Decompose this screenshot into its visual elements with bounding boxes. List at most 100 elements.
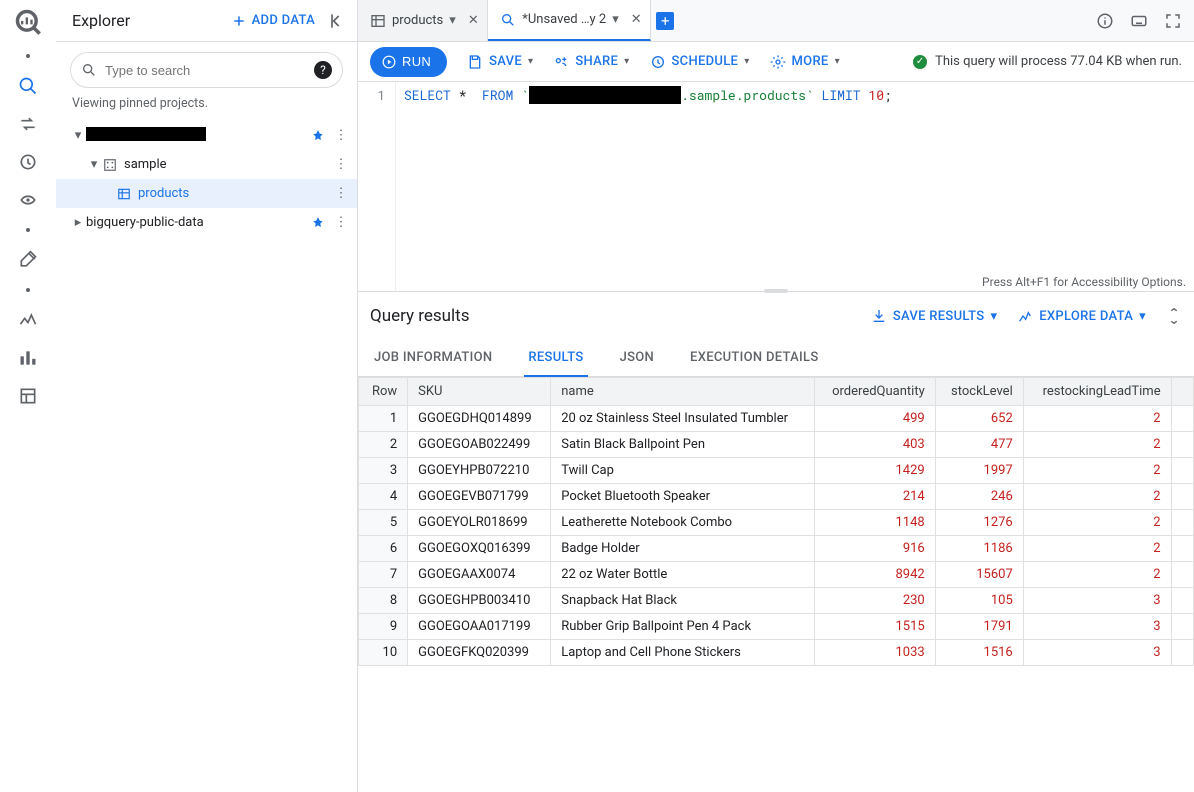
table-row[interactable]: 3GGOEYHPB072210Twill Cap142919972	[359, 458, 1194, 484]
cell-stock: 105	[935, 588, 1023, 614]
chevron-right-icon[interactable]: ▸	[70, 215, 86, 230]
cell-lead: 2	[1023, 484, 1171, 510]
chevron-down-icon[interactable]: ▾	[1139, 309, 1146, 324]
info-icon[interactable]	[1096, 12, 1114, 30]
search-input[interactable]	[105, 63, 306, 78]
cell-name: Leatherette Notebook Combo	[551, 510, 815, 536]
chevron-down-icon[interactable]: ▾	[744, 56, 749, 67]
sql-editor[interactable]: 1 SELECT * FROM `xxxxxxxxxxxxxxxxxxx.sam…	[358, 82, 1194, 292]
bi-engine-icon[interactable]	[18, 348, 38, 368]
chevron-down-icon[interactable]: ▾	[612, 12, 622, 27]
add-data-label: ADD DATA	[252, 13, 315, 28]
more-icon[interactable]: ⋮	[331, 128, 351, 143]
code-line[interactable]: SELECT * FROM `xxxxxxxxxxxxxxxxxxx.sampl…	[396, 82, 1194, 291]
col-name[interactable]: name	[551, 378, 815, 406]
more-button[interactable]: MORE▾	[770, 54, 840, 70]
settings-icon[interactable]	[18, 250, 38, 270]
table-row[interactable]: 2GGOEGOAB022499Satin Black Ballpoint Pen…	[359, 432, 1194, 458]
table-row[interactable]: 1GGOEGDHQ01489920 oz Stainless Steel Ins…	[359, 406, 1194, 432]
col-row[interactable]: Row	[359, 378, 408, 406]
cell-row: 2	[359, 432, 408, 458]
tab-results[interactable]: RESULTS	[524, 340, 587, 377]
tab-job-information[interactable]: JOB INFORMATION	[370, 340, 496, 376]
pin-icon[interactable]	[311, 216, 331, 230]
col-lead[interactable]: restockingLeadTime	[1023, 378, 1171, 406]
explorer-search-box[interactable]: ?	[70, 52, 343, 88]
close-icon[interactable]: ✕	[465, 13, 481, 28]
tree-table-row[interactable]: products ⋮	[56, 179, 357, 208]
cell-ordered: 403	[814, 432, 935, 458]
explore-data-button[interactable]: EXPLORE DATA ▾	[1017, 308, 1146, 324]
run-button[interactable]: RUN	[370, 47, 447, 77]
collapse-panel-button[interactable]	[327, 11, 347, 31]
cell-spacer	[1171, 406, 1193, 432]
cell-ordered: 1515	[814, 614, 935, 640]
sql-workspace-icon[interactable]	[18, 76, 38, 96]
cell-sku: GGOEGOAA017199	[408, 614, 551, 640]
save-button[interactable]: SAVE▾	[467, 54, 533, 70]
chevron-down-icon[interactable]: ▾	[835, 56, 840, 67]
tree-project-row[interactable]: ▾ ⋮	[56, 121, 357, 150]
explore-data-label: EXPLORE DATA	[1039, 309, 1133, 324]
tab-unsaved-query[interactable]: *Unsaved …y 2 ▾ ✕	[488, 0, 651, 41]
cell-lead: 2	[1023, 406, 1171, 432]
cell-name: Satin Black Ballpoint Pen	[551, 432, 815, 458]
tree-dataset-row[interactable]: ▾ sample ⋮	[56, 150, 357, 179]
table-row[interactable]: 6GGOEGOXQ016399Badge Holder91611862	[359, 536, 1194, 562]
viewing-label: Viewing pinned projects.	[56, 92, 357, 121]
share-label: SHARE	[575, 54, 618, 69]
results-table-wrap: Row SKU name orderedQuantity stockLevel …	[358, 377, 1194, 666]
plus-icon	[232, 14, 246, 28]
new-tab-button[interactable]: +	[651, 0, 679, 41]
table-row[interactable]: 10GGOEGFKQ020399Laptop and Cell Phone St…	[359, 640, 1194, 666]
tab-json[interactable]: JSON	[616, 340, 658, 376]
tab-products[interactable]: products ▾ ✕	[358, 0, 488, 41]
chevron-down-icon[interactable]: ▾	[528, 56, 533, 67]
table-row[interactable]: 5GGOEYOLR018699Leatherette Notebook Comb…	[359, 510, 1194, 536]
table-row[interactable]: 7GGOEGAAX007422 oz Water Bottle894215607…	[359, 562, 1194, 588]
table-row[interactable]: 4GGOEGEVB071799Pocket Bluetooth Speaker2…	[359, 484, 1194, 510]
cell-row: 5	[359, 510, 408, 536]
status-label: This query will process 77.04 KB when ru…	[935, 54, 1182, 69]
tab-execution-details[interactable]: EXECUTION DETAILS	[686, 340, 822, 376]
add-data-button[interactable]: ADD DATA	[232, 13, 315, 28]
cell-name: Badge Holder	[551, 536, 815, 562]
reservations-icon[interactable]	[18, 190, 38, 210]
share-button[interactable]: SHARE ▾	[553, 54, 629, 70]
col-sku[interactable]: SKU	[408, 378, 551, 406]
chevron-down-icon[interactable]: ▾	[86, 157, 102, 172]
expand-results-icon[interactable]	[1166, 308, 1182, 324]
chevron-down-icon[interactable]: ▾	[70, 128, 86, 143]
drag-handle[interactable]	[764, 289, 788, 293]
tree-public-data-row[interactable]: ▸ bigquery-public-data ⋮	[56, 208, 357, 237]
table-row[interactable]: 9GGOEGOAA017199Rubber Grip Ballpoint Pen…	[359, 614, 1194, 640]
data-transfers-icon[interactable]	[18, 114, 38, 134]
fullscreen-icon[interactable]	[1164, 12, 1182, 30]
cell-name: Twill Cap	[551, 458, 815, 484]
cell-ordered: 1033	[814, 640, 935, 666]
scheduled-queries-icon[interactable]	[18, 152, 38, 172]
col-ordered[interactable]: orderedQuantity	[814, 378, 935, 406]
cell-row: 3	[359, 458, 408, 484]
chevron-down-icon[interactable]: ▾	[990, 309, 997, 324]
col-stock[interactable]: stockLevel	[935, 378, 1023, 406]
schedule-button[interactable]: SCHEDULE▾	[650, 54, 750, 70]
search-help-icon[interactable]: ?	[314, 61, 332, 79]
cell-name: 22 oz Water Bottle	[551, 562, 815, 588]
save-results-button[interactable]: SAVE RESULTS▾	[871, 308, 997, 324]
cell-name: 20 oz Stainless Steel Insulated Tumbler	[551, 406, 815, 432]
keyboard-icon[interactable]	[1130, 12, 1148, 30]
table-row[interactable]: 8GGOEGHPB003410Snapback Hat Black2301053	[359, 588, 1194, 614]
cell-stock: 1276	[935, 510, 1023, 536]
close-icon[interactable]: ✕	[628, 12, 644, 27]
chevron-down-icon[interactable]: ▾	[449, 13, 459, 28]
resources-icon[interactable]	[18, 386, 38, 406]
pin-icon[interactable]	[311, 129, 331, 143]
more-icon[interactable]: ⋮	[331, 186, 351, 201]
monitoring-icon[interactable]	[18, 310, 38, 330]
cell-spacer	[1171, 484, 1193, 510]
more-icon[interactable]: ⋮	[331, 215, 351, 230]
results-header: Query results SAVE RESULTS▾ EXPLORE DATA…	[358, 292, 1194, 340]
chevron-down-icon[interactable]: ▾	[624, 56, 629, 67]
more-icon[interactable]: ⋮	[331, 157, 351, 172]
